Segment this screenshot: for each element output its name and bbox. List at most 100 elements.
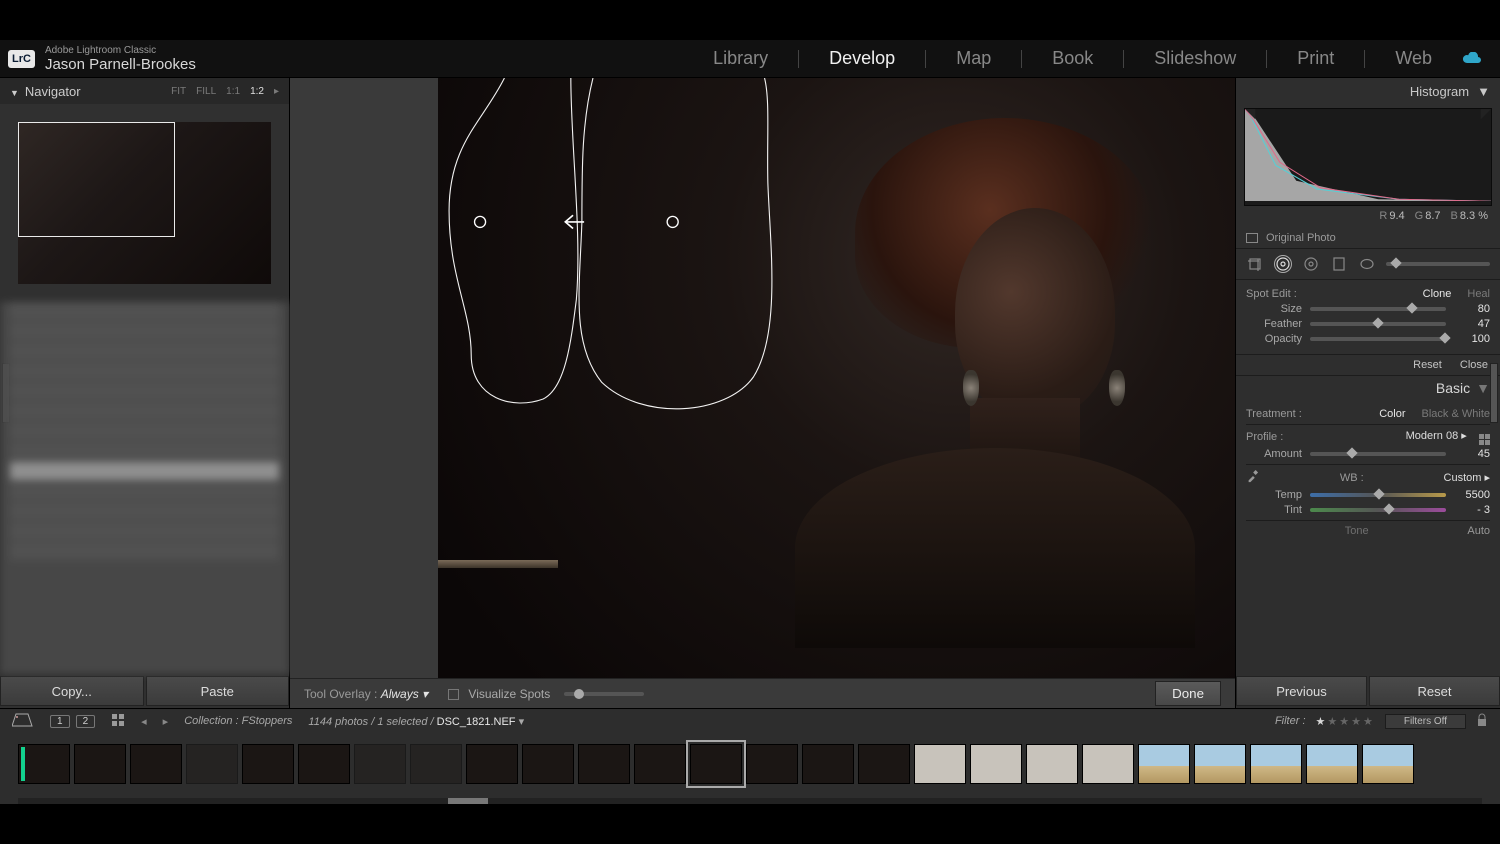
navigator-header[interactable]: ▼Navigator FIT FILL 1:1 1:2 ▸ — [0, 78, 289, 104]
window-1-chip[interactable]: 1 — [50, 715, 70, 728]
thumb[interactable] — [466, 744, 518, 784]
mode-heal[interactable]: Heal — [1467, 288, 1490, 300]
thumb[interactable] — [578, 744, 630, 784]
mode-clone[interactable]: Clone — [1423, 288, 1452, 300]
thumb[interactable] — [298, 744, 350, 784]
paste-button[interactable]: Paste — [146, 676, 290, 706]
wb-menu[interactable]: Custom ▸ — [1444, 471, 1490, 484]
zoom-1to1[interactable]: 1:1 — [226, 86, 240, 97]
filter-label: Filter : — [1275, 715, 1306, 727]
module-web[interactable]: Web — [1395, 48, 1432, 69]
wb-label: WB : — [1260, 472, 1444, 484]
basic-panel-header[interactable]: Basic▼ — [1236, 376, 1500, 400]
zoom-1to2[interactable]: 1:2 — [250, 86, 264, 97]
grid-view-icon[interactable] — [111, 713, 125, 730]
histogram[interactable] — [1244, 108, 1492, 206]
zoom-fill[interactable]: FILL — [196, 86, 216, 97]
thumb[interactable] — [858, 744, 910, 784]
module-picker-bar: LrC Adobe Lightroom Classic Jason Parnel… — [0, 40, 1500, 78]
spot-overlay[interactable] — [438, 78, 1235, 654]
spot-removal-tool-icon[interactable] — [1274, 255, 1292, 273]
filters-off-menu[interactable]: Filters Off — [1385, 714, 1466, 729]
navigator-view-rect[interactable] — [18, 122, 175, 237]
profile-amount-slider[interactable]: Amount 45 — [1246, 448, 1490, 460]
thumb[interactable] — [186, 744, 238, 784]
module-slideshow[interactable]: Slideshow — [1154, 48, 1236, 69]
right-panel: Histogram▼ R9.4 G8.7 B8.3 % Original Pho… — [1235, 78, 1500, 708]
secondary-display-icon[interactable] — [12, 712, 34, 731]
crop-tool-icon[interactable] — [1246, 255, 1264, 273]
treatment-color[interactable]: Color — [1379, 408, 1405, 420]
thumb[interactable] — [634, 744, 686, 784]
thumb[interactable] — [18, 744, 70, 784]
filmstrip-area: 1 2 ◂ ▸ Collection : FStoppers 1144 phot… — [0, 708, 1500, 804]
size-slider[interactable]: Size 80 — [1246, 303, 1490, 315]
filter-stars[interactable]: ★★★★★ — [1316, 715, 1375, 728]
navigator-preview[interactable] — [0, 104, 289, 302]
center-view: Tool Overlay : Always ▾ Visualize Spots … — [290, 78, 1235, 708]
thumb[interactable] — [242, 744, 294, 784]
histogram-header[interactable]: Histogram▼ — [1236, 78, 1500, 104]
module-develop[interactable]: Develop — [829, 48, 895, 69]
tint-slider[interactable]: Tint - 3 — [1246, 504, 1490, 516]
previous-button[interactable]: Previous — [1236, 676, 1367, 706]
thumb[interactable] — [74, 744, 126, 784]
thumb[interactable] — [410, 744, 462, 784]
thumb[interactable] — [1194, 744, 1246, 784]
visualize-spots-slider[interactable] — [564, 692, 644, 696]
nav-back-icon[interactable]: ◂ — [141, 715, 147, 728]
spot-reset[interactable]: Reset — [1413, 359, 1442, 371]
filter-lock-icon[interactable] — [1476, 713, 1488, 730]
thumb[interactable] — [1138, 744, 1190, 784]
visualize-spots-label: Visualize Spots — [468, 687, 550, 701]
module-map[interactable]: Map — [956, 48, 991, 69]
module-print[interactable]: Print — [1297, 48, 1334, 69]
thumb[interactable] — [914, 744, 966, 784]
visualize-spots-checkbox[interactable] — [448, 689, 459, 700]
graduated-filter-icon[interactable] — [1330, 255, 1348, 273]
right-panel-grip[interactable] — [1490, 363, 1498, 423]
cloud-sync-icon[interactable] — [1462, 52, 1482, 66]
reset-button[interactable]: Reset — [1369, 676, 1500, 706]
thumb[interactable] — [1306, 744, 1358, 784]
module-library[interactable]: Library — [713, 48, 768, 69]
zoom-fit[interactable]: FIT — [171, 86, 186, 97]
thumb[interactable] — [1250, 744, 1302, 784]
thumb[interactable] — [1082, 744, 1134, 784]
thumb[interactable] — [130, 744, 182, 784]
zoom-menu-icon[interactable]: ▸ — [274, 86, 279, 97]
redeye-tool-icon[interactable] — [1302, 255, 1320, 273]
thumb[interactable] — [1026, 744, 1078, 784]
tool-overlay-menu[interactable]: Always ▾ — [381, 687, 428, 701]
window-2-chip[interactable]: 2 — [76, 715, 96, 728]
done-button[interactable]: Done — [1155, 681, 1221, 706]
thumb-selected[interactable] — [690, 744, 742, 784]
thumb[interactable] — [746, 744, 798, 784]
original-photo-toggle[interactable]: Original Photo — [1236, 228, 1500, 248]
profile-menu[interactable]: Modern 08 ▸ — [1406, 430, 1467, 442]
loupe-photo[interactable] — [438, 78, 1235, 678]
copy-button[interactable]: Copy... — [0, 676, 144, 706]
thumb[interactable] — [802, 744, 854, 784]
profile-browser-icon[interactable] — [1479, 434, 1490, 445]
user-name: Jason Parnell-Brookes — [45, 56, 196, 73]
module-book[interactable]: Book — [1052, 48, 1093, 69]
thumb[interactable] — [354, 744, 406, 784]
auto-tone[interactable]: Auto — [1467, 525, 1490, 537]
opacity-slider[interactable]: Opacity 100 — [1246, 333, 1490, 345]
feather-slider[interactable]: Feather 47 — [1246, 318, 1490, 330]
current-file-name: DSC_1821.NEF — [437, 716, 516, 728]
radial-filter-icon[interactable] — [1358, 255, 1376, 273]
spot-close[interactable]: Close — [1460, 359, 1488, 371]
tool-size-slider[interactable] — [1386, 262, 1490, 266]
thumb[interactable] — [1362, 744, 1414, 784]
thumb[interactable] — [970, 744, 1022, 784]
thumb[interactable] — [522, 744, 574, 784]
temp-slider[interactable]: Temp 5500 — [1246, 489, 1490, 501]
filmstrip[interactable] — [0, 733, 1500, 798]
treatment-bw[interactable]: Black & White — [1422, 408, 1490, 420]
source-name[interactable]: FStoppers — [242, 715, 293, 727]
wb-eyedropper-icon[interactable] — [1246, 469, 1260, 486]
filmstrip-scrollbar[interactable] — [18, 798, 1482, 804]
nav-forward-icon[interactable]: ▸ — [163, 715, 169, 728]
